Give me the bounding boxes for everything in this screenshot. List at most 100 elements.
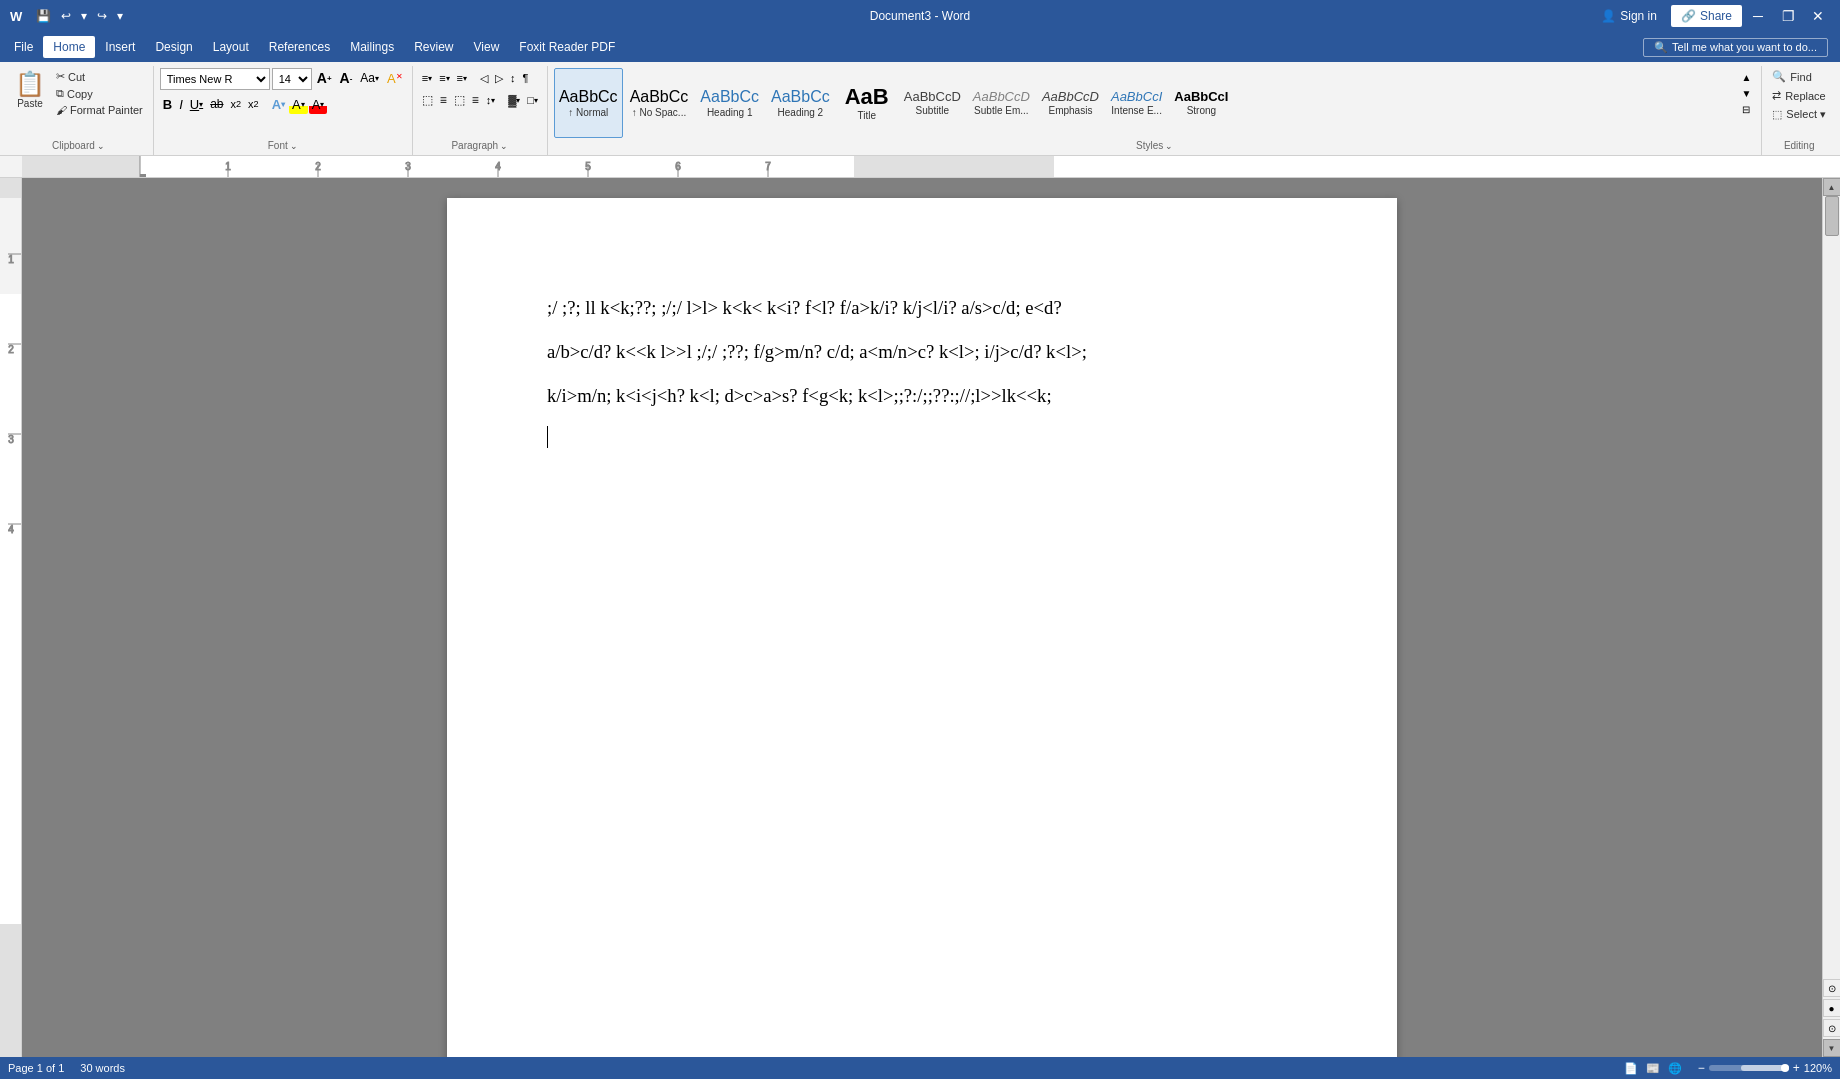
text-effect-button[interactable]: A▾ bbox=[269, 94, 288, 114]
close-button[interactable]: ✕ bbox=[1804, 2, 1832, 30]
copy-button[interactable]: ⧉ Copy bbox=[52, 85, 147, 102]
change-case-button[interactable]: Aa▾ bbox=[357, 68, 382, 88]
page-content[interactable]: ;/ ;?; ll k<k;??; ;/;/ l>l> k<k< k<i? f<… bbox=[547, 294, 1297, 448]
strikethrough-button[interactable]: ab bbox=[207, 94, 226, 114]
styles-expand-btn[interactable]: ⌄ bbox=[1165, 141, 1173, 151]
decrease-indent-button[interactable]: ◁ bbox=[477, 68, 491, 88]
style-normal[interactable]: AaBbCc ↑ Normal bbox=[554, 68, 623, 138]
clipboard-expand[interactable]: ⌄ bbox=[97, 141, 105, 151]
redo-button[interactable]: ↪ bbox=[93, 7, 111, 25]
menu-insert[interactable]: Insert bbox=[95, 36, 145, 58]
sort-button[interactable]: ↕ bbox=[507, 68, 519, 88]
search-bar[interactable]: 🔍 Tell me what you want to do... bbox=[1643, 38, 1828, 57]
menu-references[interactable]: References bbox=[259, 36, 340, 58]
style-subtitle[interactable]: AaBbCcD Subtitle bbox=[899, 68, 966, 138]
zoom-thumb[interactable] bbox=[1781, 1064, 1789, 1072]
scroll-select-object[interactable]: ● bbox=[1823, 999, 1841, 1017]
increase-indent-button[interactable]: ▷ bbox=[492, 68, 506, 88]
status-bar: Page 1 of 1 30 words 📄 📰 🌐 − + 120% bbox=[0, 1057, 1840, 1079]
style-intense-e[interactable]: AaBbCcI Intense E... bbox=[1106, 68, 1167, 138]
style-title[interactable]: AaB Title bbox=[837, 68, 897, 138]
style-emphasis[interactable]: AaBbCcD Emphasis bbox=[1037, 68, 1104, 138]
zoom-slider[interactable] bbox=[1709, 1065, 1789, 1071]
app-window: W 💾 ↩ ▾ ↪ ▾ Document3 - Word 👤 Sign in 🔗… bbox=[0, 0, 1840, 1079]
zoom-out-button[interactable]: − bbox=[1698, 1061, 1705, 1075]
center-button[interactable]: ≡ bbox=[437, 90, 450, 110]
select-button[interactable]: ⬚ Select ▾ bbox=[1768, 106, 1830, 123]
menu-mailings[interactable]: Mailings bbox=[340, 36, 404, 58]
style-subtitle-preview: AaBbCcD bbox=[904, 90, 961, 103]
scroll-next-page[interactable]: ⊙ bbox=[1823, 1019, 1841, 1037]
document-page[interactable]: ;/ ;?; ll k<k;??; ;/;/ l>l> k<k< k<i? f<… bbox=[447, 198, 1397, 1057]
cut-button[interactable]: ✂ Cut bbox=[52, 68, 147, 85]
align-left-button[interactable]: ⬚ bbox=[419, 90, 436, 110]
font-size-select[interactable]: 14 bbox=[272, 68, 312, 90]
undo-button[interactable]: ↩ bbox=[57, 7, 75, 25]
paste-button[interactable]: 📋 Paste bbox=[10, 68, 50, 114]
font-grow-button[interactable]: A+ bbox=[314, 68, 335, 88]
align-right-button[interactable]: ⬚ bbox=[451, 90, 468, 110]
menu-layout[interactable]: Layout bbox=[203, 36, 259, 58]
save-button[interactable]: 💾 bbox=[32, 7, 55, 25]
svg-rect-2 bbox=[22, 156, 140, 177]
font-name-select[interactable]: Times New R bbox=[160, 68, 270, 90]
style-no-spacing[interactable]: AaBbCc ↑ No Spac... bbox=[625, 68, 694, 138]
vertical-scrollbar[interactable]: ▲ ⊙ ● ⊙ ▼ bbox=[1822, 178, 1840, 1057]
menu-review[interactable]: Review bbox=[404, 36, 463, 58]
undo-dropdown[interactable]: ▾ bbox=[77, 7, 91, 25]
bullets-button[interactable]: ≡▾ bbox=[419, 68, 435, 88]
zoom-in-button[interactable]: + bbox=[1793, 1061, 1800, 1075]
borders-button[interactable]: □▾ bbox=[524, 90, 541, 110]
multilevel-button[interactable]: ≡▾ bbox=[454, 68, 470, 88]
show-marks-button[interactable]: ¶ bbox=[519, 68, 531, 88]
font-shrink-button[interactable]: A- bbox=[337, 68, 356, 88]
line-spacing-button[interactable]: ↕▾ bbox=[483, 90, 499, 110]
styles-scroll-down[interactable]: ▼ bbox=[1739, 86, 1753, 101]
numbering-button[interactable]: ≡▾ bbox=[436, 68, 452, 88]
italic-button[interactable]: I bbox=[176, 94, 186, 114]
shading-button[interactable]: ▓▾ bbox=[505, 90, 523, 110]
font-expand[interactable]: ⌄ bbox=[290, 141, 298, 151]
style-subtle-em-preview: AaBbCcD bbox=[973, 90, 1030, 103]
paragraph-expand[interactable]: ⌄ bbox=[500, 141, 508, 151]
underline-button[interactable]: U▾ bbox=[187, 94, 206, 114]
subscript-button[interactable]: x2 bbox=[228, 94, 245, 114]
styles-expand[interactable]: ⊟ bbox=[1739, 102, 1753, 117]
text-highlight-button[interactable]: A▾ bbox=[289, 94, 308, 114]
scroll-down-button[interactable]: ▼ bbox=[1823, 1039, 1841, 1057]
menu-foxit[interactable]: Foxit Reader PDF bbox=[509, 36, 625, 58]
styles-scroll[interactable]: ▲ ▼ ⊟ bbox=[1737, 68, 1755, 119]
style-heading1[interactable]: AaBbCc Heading 1 bbox=[695, 68, 764, 138]
bold-button[interactable]: B bbox=[160, 94, 175, 114]
share-button[interactable]: 🔗 Share bbox=[1671, 5, 1742, 27]
clear-format-button[interactable]: A✕ bbox=[384, 68, 406, 88]
scroll-prev-page[interactable]: ⊙ bbox=[1823, 979, 1841, 997]
restore-button[interactable]: ❐ bbox=[1774, 2, 1802, 30]
style-subtle-em[interactable]: AaBbCcD Subtle Em... bbox=[968, 68, 1035, 138]
print-layout-button[interactable]: 📰 bbox=[1646, 1062, 1660, 1075]
style-strong[interactable]: AaBbCcI Strong bbox=[1169, 68, 1233, 138]
scroll-up-button[interactable]: ▲ bbox=[1823, 178, 1841, 196]
find-button[interactable]: 🔍 Find bbox=[1768, 68, 1830, 85]
web-layout-button[interactable]: 🌐 bbox=[1668, 1062, 1682, 1075]
format-painter-button[interactable]: 🖌 Format Painter bbox=[52, 102, 147, 118]
justify-button[interactable]: ≡ bbox=[469, 90, 482, 110]
scrollbar-thumb[interactable] bbox=[1825, 196, 1839, 236]
menu-view[interactable]: View bbox=[464, 36, 510, 58]
style-title-label: Title bbox=[857, 110, 876, 121]
menu-design[interactable]: Design bbox=[145, 36, 202, 58]
menu-file[interactable]: File bbox=[4, 36, 43, 58]
superscript-button[interactable]: x2 bbox=[245, 94, 262, 114]
share-icon: 🔗 bbox=[1681, 9, 1696, 23]
horizontal-ruler: 1 2 3 4 5 6 7 bbox=[0, 156, 1840, 178]
menu-home[interactable]: Home bbox=[43, 36, 95, 58]
style-emphasis-label: Emphasis bbox=[1048, 105, 1092, 116]
styles-scroll-up[interactable]: ▲ bbox=[1739, 70, 1753, 85]
signin-button[interactable]: 👤 Sign in bbox=[1593, 5, 1665, 27]
qa-customize[interactable]: ▾ bbox=[113, 7, 127, 25]
style-heading2[interactable]: AaBbCc Heading 2 bbox=[766, 68, 835, 138]
minimize-button[interactable]: ─ bbox=[1744, 2, 1772, 30]
replace-button[interactable]: ⇄ Replace bbox=[1768, 87, 1830, 104]
read-mode-button[interactable]: 📄 bbox=[1624, 1062, 1638, 1075]
font-color-button[interactable]: A▾ bbox=[309, 94, 328, 114]
